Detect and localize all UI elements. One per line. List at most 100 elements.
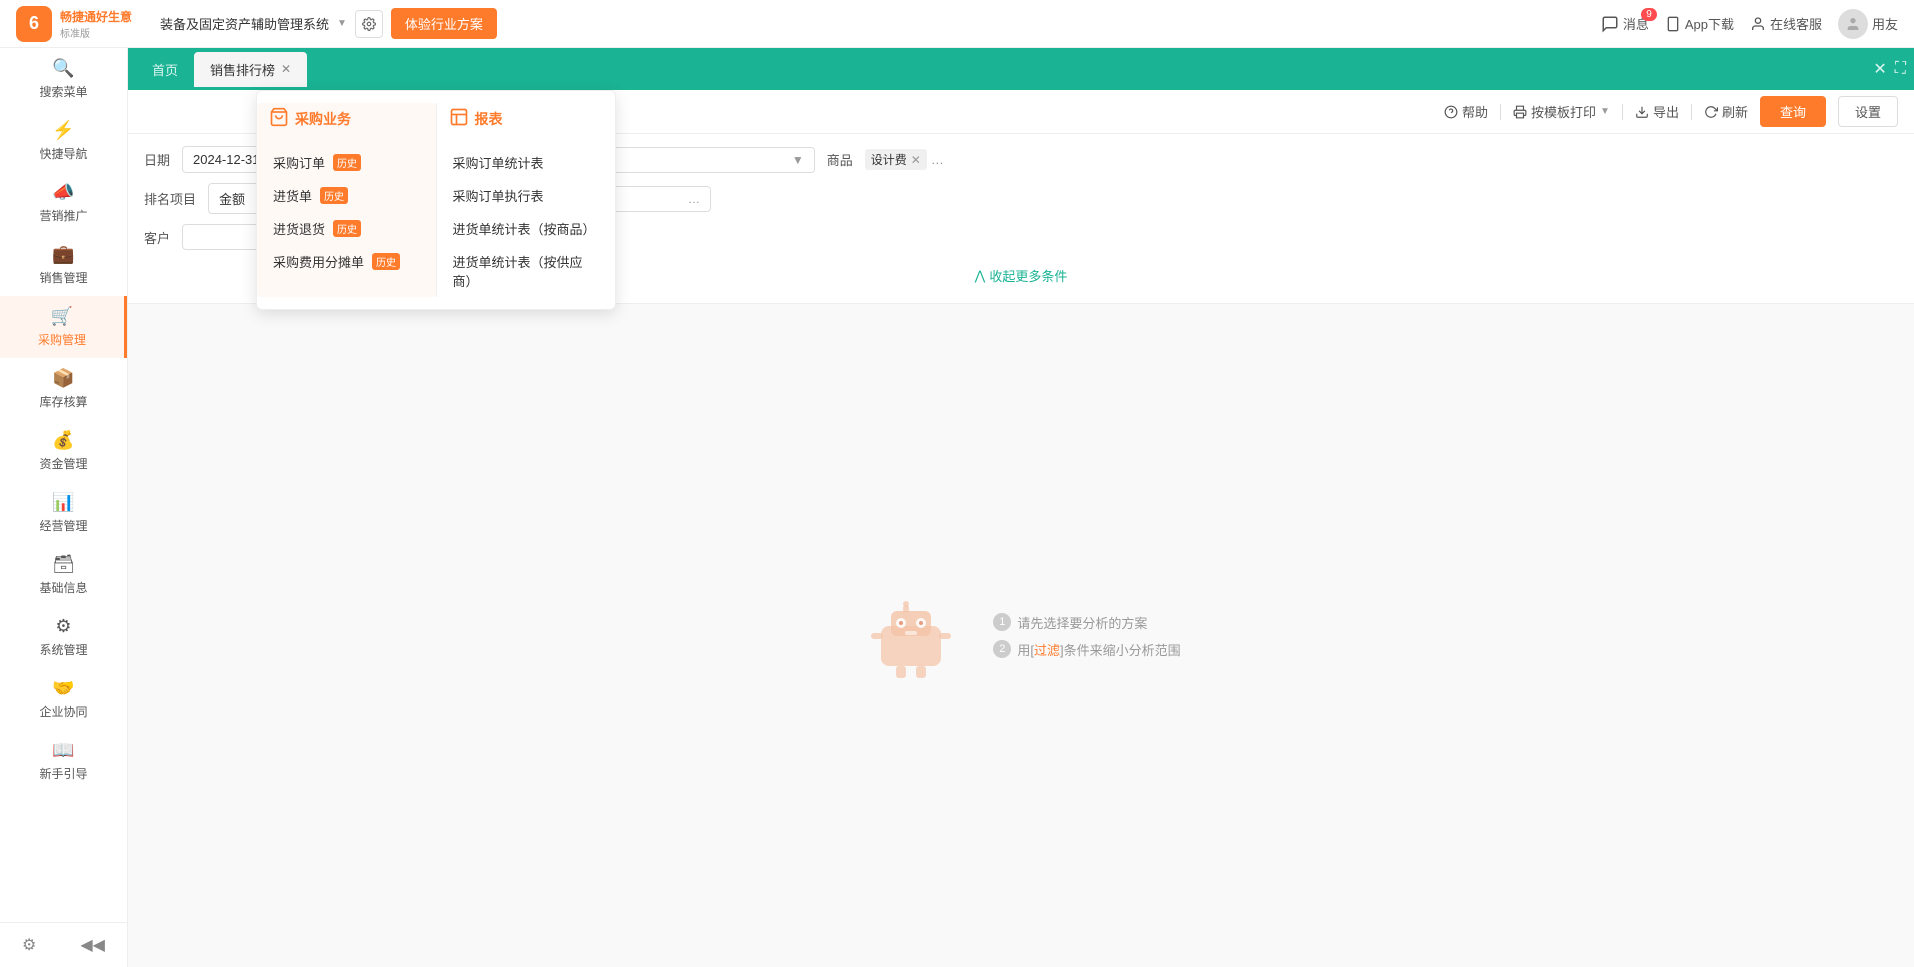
- main-area: 🔍 搜索菜单 ⚡ 快捷导航 📣 营销推广 💼 销售管理 🛒 采购管理 📦: [0, 48, 1914, 967]
- dropdown-report-section: 报表 采购订单统计表 采购订单执行表 进货单统计表（按商品） 进货单统计表（按供: [436, 103, 616, 297]
- logo-text: 畅捷通好生意 标准版: [60, 8, 132, 40]
- empty-hint-1: 1 请先选择要分析的方案: [993, 613, 1147, 632]
- settings-icon-btn[interactable]: [355, 10, 383, 38]
- empty-state-container: 1 请先选择要分析的方案 2 用[过滤]条件来缩小分析范围: [861, 591, 1180, 681]
- purchase-section-icon: [269, 107, 289, 130]
- tab-close-icon[interactable]: ✕: [281, 62, 291, 76]
- dropdown-item-purchase-receipt[interactable]: 进货单 历史: [269, 179, 424, 212]
- history-tag-4: 历史: [372, 253, 400, 270]
- base-info-icon: 🗃: [52, 554, 75, 575]
- print-dropdown-icon[interactable]: ▼: [1600, 106, 1610, 117]
- tab-sales-rank[interactable]: 销售排行榜 ✕: [194, 52, 307, 87]
- purchase-section-title: 采购业务: [269, 103, 424, 134]
- empty-robot-illustration: [861, 591, 961, 681]
- sidebar-item-inventory[interactable]: 📦 库存核算: [0, 358, 127, 420]
- system-title: 装备及固定资产辅助管理系统: [160, 14, 329, 33]
- marketing-icon: 📣: [52, 182, 74, 203]
- user-area[interactable]: 用友: [1838, 9, 1898, 39]
- dropdown-overlay: 采购业务 采购订单 历史 进货单 历史 进货退货 历史: [256, 90, 616, 310]
- purchase-icon: 🛒: [51, 306, 73, 327]
- query-btn[interactable]: 查询: [1760, 96, 1826, 127]
- message-btn[interactable]: 消息 9: [1601, 14, 1649, 33]
- top-bar-right: 消息 9 App下载 在线客服 用友: [1601, 9, 1898, 39]
- industry-btn[interactable]: 体验行业方案: [391, 8, 497, 39]
- hint-num-2: 2: [993, 640, 1011, 658]
- dropdown-item-report-order-stat[interactable]: 采购订单统计表: [449, 146, 604, 179]
- goods-more-dots[interactable]: …: [931, 152, 944, 167]
- divider1: [1500, 104, 1501, 120]
- customer-label: 客户: [144, 228, 170, 247]
- goods-tag-close[interactable]: ✕: [911, 153, 921, 167]
- dropdown-item-purchase-return[interactable]: 进货退货 历史: [269, 212, 424, 245]
- sidebar-item-marketing[interactable]: 📣 营销推广: [0, 172, 127, 234]
- tab-home[interactable]: 首页: [136, 52, 194, 87]
- cooperation-icon: 🤝: [52, 678, 74, 699]
- quick-nav-icon: ⚡: [52, 120, 74, 141]
- doc-status-select[interactable]: ▼: [595, 147, 815, 173]
- salesperson-dots: …: [688, 192, 700, 206]
- system-icon: ⚙: [55, 616, 71, 637]
- tab-minimize-icon[interactable]: ✕: [1873, 59, 1886, 79]
- filter-keyword: 过滤: [1034, 643, 1060, 658]
- message-badge: 9: [1641, 8, 1657, 21]
- sidebar-item-quick-nav[interactable]: ⚡ 快捷导航: [0, 110, 127, 172]
- report-section-title: 报表: [449, 103, 604, 134]
- sales-icon: 💼: [52, 244, 74, 265]
- sidebar-item-sales[interactable]: 💼 销售管理: [0, 234, 127, 296]
- report-section-icon: [449, 107, 469, 130]
- online-service-btn[interactable]: 在线客服: [1750, 14, 1822, 33]
- finance-icon: 💰: [52, 430, 74, 451]
- set-btn[interactable]: 设置: [1838, 96, 1898, 127]
- operations-icon: 📊: [52, 492, 74, 513]
- dropdown-item-purchase-order[interactable]: 采购订单 历史: [269, 146, 424, 179]
- sidebar-item-guide[interactable]: 📖 新手引导: [0, 730, 127, 792]
- tab-bar-right: ✕ ⛶: [1873, 59, 1906, 79]
- sidebar-item-base-info[interactable]: 🗃 基础信息: [0, 544, 127, 606]
- history-tag-2: 历史: [320, 187, 348, 204]
- sidebar-item-operations[interactable]: 📊 经营管理: [0, 482, 127, 544]
- dropdown-item-report-receipt-goods[interactable]: 进货单统计表（按商品）: [449, 212, 604, 245]
- user-avatar: [1838, 9, 1868, 39]
- export-btn[interactable]: 导出: [1635, 102, 1679, 121]
- collapse-icon[interactable]: ◀◀: [80, 935, 105, 955]
- dropdown-menu: 采购业务 采购订单 历史 进货单 历史 进货退货 历史: [256, 90, 616, 310]
- top-bar-center: 装备及固定资产辅助管理系统 ▼ 体验行业方案: [144, 8, 1601, 39]
- tab-expand-icon[interactable]: ⛶: [1895, 60, 1906, 78]
- help-btn[interactable]: 帮助: [1444, 102, 1488, 121]
- history-tag-3: 历史: [333, 220, 361, 237]
- dropdown-arrow-icon[interactable]: ▼: [337, 18, 347, 29]
- dropdown-item-purchase-expense[interactable]: 采购费用分摊单 历史: [269, 245, 424, 278]
- inventory-icon: 📦: [52, 368, 74, 389]
- sidebar-item-purchase[interactable]: 🛒 采购管理: [0, 296, 127, 358]
- goods-area: 设计费 ✕ …: [865, 149, 944, 170]
- settings-bottom-icon[interactable]: ⚙: [22, 935, 36, 955]
- logo-area: 6 畅捷通好生意 标准版: [16, 6, 144, 42]
- dropdown-purchase-section: 采购业务 采购订单 历史 进货单 历史 进货退货 历史: [257, 103, 436, 297]
- tab-bar: 首页 销售排行榜 ✕ ✕ ⛶: [128, 48, 1914, 90]
- page-content: 1 请先选择要分析的方案 2 用[过滤]条件来缩小分析范围: [128, 304, 1914, 967]
- sidebar-item-search-menu[interactable]: 🔍 搜索菜单: [0, 48, 127, 110]
- sidebar-item-system[interactable]: ⚙ 系统管理: [0, 606, 127, 668]
- sidebar: 🔍 搜索菜单 ⚡ 快捷导航 📣 营销推广 💼 销售管理 🛒 采购管理 📦: [0, 48, 128, 967]
- goods-label: 商品: [827, 150, 853, 169]
- divider2: [1622, 104, 1623, 120]
- top-bar: 6 畅捷通好生意 标准版 装备及固定资产辅助管理系统 ▼ 体验行业方案 消息 9…: [0, 0, 1914, 48]
- dropdown-item-report-receipt-supplier[interactable]: 进货单统计表（按供应商）: [449, 245, 604, 297]
- app-download-btn[interactable]: App下载: [1665, 14, 1734, 33]
- date-label: 日期: [144, 150, 170, 169]
- empty-hint-2: 2 用[过滤]条件来缩小分析范围: [993, 640, 1180, 659]
- guide-icon: 📖: [52, 740, 74, 761]
- goods-tag: 设计费 ✕: [865, 149, 927, 170]
- dropdown-item-report-order-exec[interactable]: 采购订单执行表: [449, 179, 604, 212]
- sidebar-item-cooperation[interactable]: 🤝 企业协同: [0, 668, 127, 730]
- refresh-btn[interactable]: 刷新: [1704, 102, 1748, 121]
- history-tag-1: 历史: [333, 154, 361, 171]
- doc-status-arrow: ▼: [792, 153, 804, 167]
- content-area: 首页 销售排行榜 ✕ ✕ ⛶ 帮助: [128, 48, 1914, 967]
- collapse-up-icon: ⋀: [975, 268, 986, 284]
- print-btn[interactable]: 按模板打印 ▼: [1513, 102, 1610, 121]
- rank-label: 排名项目: [144, 189, 196, 208]
- sidebar-item-finance[interactable]: 💰 资金管理: [0, 420, 127, 482]
- app-container: 6 畅捷通好生意 标准版 装备及固定资产辅助管理系统 ▼ 体验行业方案 消息 9…: [0, 0, 1914, 967]
- search-menu-icon: 🔍: [52, 58, 74, 79]
